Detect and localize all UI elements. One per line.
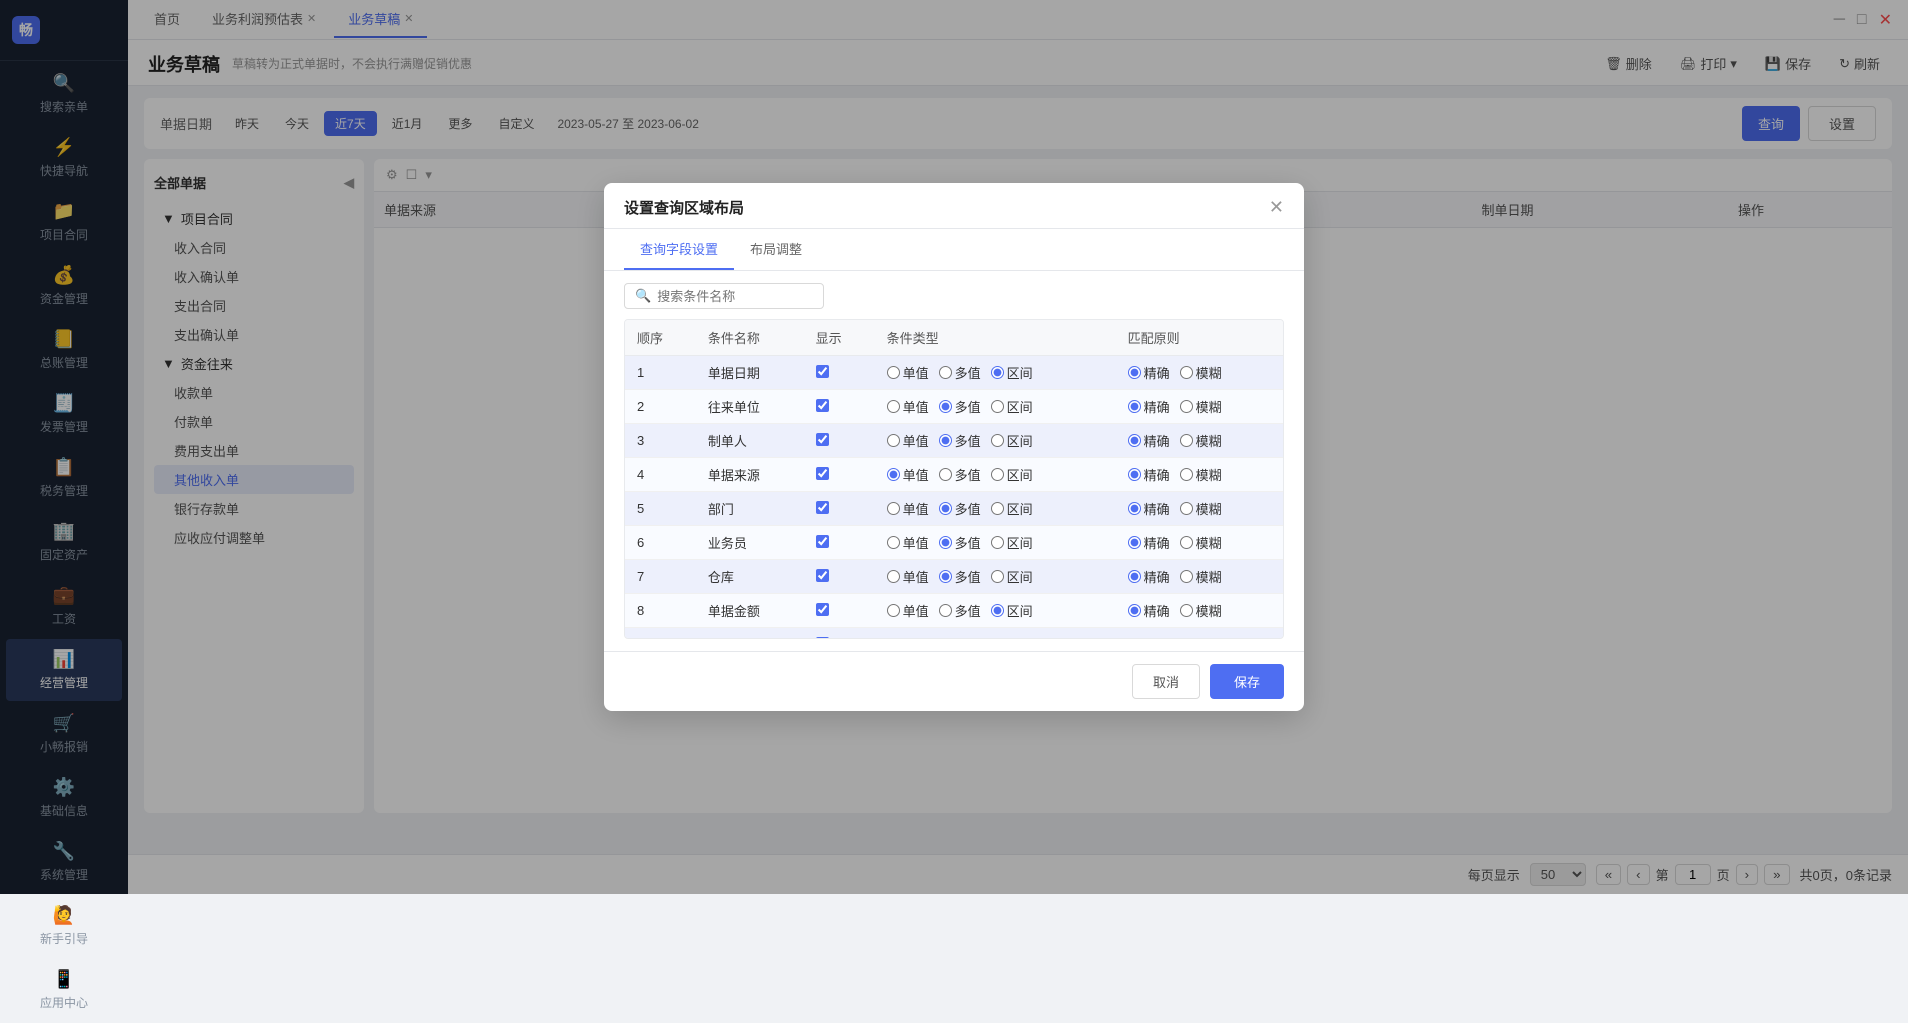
row-condtype-0[interactable]: 单值多值区间 bbox=[875, 356, 1116, 390]
newhand-icon: 🙋 bbox=[53, 905, 75, 926]
row-check-0[interactable] bbox=[804, 356, 875, 390]
row-check-3[interactable] bbox=[804, 458, 875, 492]
row-match-7[interactable]: 精确模糊 bbox=[1116, 594, 1283, 628]
row-order-2: 3 bbox=[625, 424, 696, 458]
row-check-2[interactable] bbox=[804, 424, 875, 458]
row-order-4: 5 bbox=[625, 492, 696, 526]
dialog-overlay: 设置查询区域布局 ✕ 查询字段设置布局调整 🔍 顺序条件名称显示条件类型匹配原则… bbox=[0, 0, 1908, 894]
dialog-body: 🔍 顺序条件名称显示条件类型匹配原则 1 单据日期 单值多值区间 精确模糊 bbox=[604, 271, 1304, 651]
row-condtype-3[interactable]: 单值多值区间 bbox=[875, 458, 1116, 492]
row-condtype-7[interactable]: 单值多值区间 bbox=[875, 594, 1116, 628]
row-order-6: 7 bbox=[625, 560, 696, 594]
row-match-1[interactable]: 精确模糊 bbox=[1116, 390, 1283, 424]
row-name-2: 制单人 bbox=[696, 424, 804, 458]
row-order-5: 6 bbox=[625, 526, 696, 560]
config-table-scroll: 顺序条件名称显示条件类型匹配原则 1 单据日期 单值多值区间 精确模糊 2 往来… bbox=[624, 319, 1284, 639]
dialog-title: 设置查询区域布局 bbox=[624, 197, 744, 218]
table-row: 5 部门 单值多值区间 精确模糊 bbox=[625, 492, 1283, 526]
table-row: 1 单据日期 单值多值区间 精确模糊 bbox=[625, 356, 1283, 390]
sidebar-item-label: 应用中心 bbox=[40, 994, 88, 1011]
search-icon: 🔍 bbox=[635, 288, 651, 304]
table-row: 3 制单人 单值多值区间 精确模糊 bbox=[625, 424, 1283, 458]
cancel-button[interactable]: 取消 bbox=[1132, 664, 1200, 699]
dialog-tab-fields[interactable]: 查询字段设置 bbox=[624, 229, 734, 270]
dialog-tabs: 查询字段设置布局调整 bbox=[604, 229, 1304, 271]
row-check-7[interactable] bbox=[804, 594, 875, 628]
table-row: 9 备注 单值多值区间 精确模糊 bbox=[625, 628, 1283, 640]
config-header-匹配原则: 匹配原则 bbox=[1116, 320, 1283, 356]
row-name-7: 单据金额 bbox=[696, 594, 804, 628]
row-match-0[interactable]: 精确模糊 bbox=[1116, 356, 1283, 390]
search-box: 🔍 bbox=[624, 283, 824, 309]
config-table: 顺序条件名称显示条件类型匹配原则 1 单据日期 单值多值区间 精确模糊 2 往来… bbox=[625, 320, 1283, 639]
row-condtype-8[interactable]: 单值多值区间 bbox=[875, 628, 1116, 640]
row-order-7: 8 bbox=[625, 594, 696, 628]
row-condtype-6[interactable]: 单值多值区间 bbox=[875, 560, 1116, 594]
row-order-1: 2 bbox=[625, 390, 696, 424]
row-name-5: 业务员 bbox=[696, 526, 804, 560]
row-name-3: 单据来源 bbox=[696, 458, 804, 492]
row-match-8[interactable]: 精确模糊 bbox=[1116, 628, 1283, 640]
search-input[interactable] bbox=[657, 289, 807, 304]
dialog-footer: 取消 保存 bbox=[604, 651, 1304, 711]
table-row: 4 单据来源 单值多值区间 精确模糊 bbox=[625, 458, 1283, 492]
row-match-6[interactable]: 精确模糊 bbox=[1116, 560, 1283, 594]
row-condtype-1[interactable]: 单值多值区间 bbox=[875, 390, 1116, 424]
table-row: 2 往来单位 单值多值区间 精确模糊 bbox=[625, 390, 1283, 424]
row-name-6: 仓库 bbox=[696, 560, 804, 594]
row-order-0: 1 bbox=[625, 356, 696, 390]
row-name-1: 往来单位 bbox=[696, 390, 804, 424]
dialog-close-button[interactable]: ✕ bbox=[1269, 197, 1284, 218]
table-row: 7 仓库 单值多值区间 精确模糊 bbox=[625, 560, 1283, 594]
row-condtype-4[interactable]: 单值多值区间 bbox=[875, 492, 1116, 526]
row-match-4[interactable]: 精确模糊 bbox=[1116, 492, 1283, 526]
table-row: 6 业务员 单值多值区间 精确模糊 bbox=[625, 526, 1283, 560]
config-header-条件名称: 条件名称 bbox=[696, 320, 804, 356]
row-match-2[interactable]: 精确模糊 bbox=[1116, 424, 1283, 458]
table-row: 8 单据金额 单值多值区间 精确模糊 bbox=[625, 594, 1283, 628]
row-condtype-2[interactable]: 单值多值区间 bbox=[875, 424, 1116, 458]
dialog-header: 设置查询区域布局 ✕ bbox=[604, 183, 1304, 229]
row-check-6[interactable] bbox=[804, 560, 875, 594]
row-check-1[interactable] bbox=[804, 390, 875, 424]
dialog: 设置查询区域布局 ✕ 查询字段设置布局调整 🔍 顺序条件名称显示条件类型匹配原则… bbox=[604, 183, 1304, 711]
sidebar-item-appstore[interactable]: 📱 应用中心 bbox=[6, 959, 122, 1021]
row-condtype-5[interactable]: 单值多值区间 bbox=[875, 526, 1116, 560]
sidebar-item-newhand[interactable]: 🙋 新手引导 bbox=[6, 895, 122, 957]
row-order-3: 4 bbox=[625, 458, 696, 492]
row-name-0: 单据日期 bbox=[696, 356, 804, 390]
row-name-4: 部门 bbox=[696, 492, 804, 526]
appstore-icon: 📱 bbox=[53, 969, 75, 990]
config-header-条件类型: 条件类型 bbox=[875, 320, 1116, 356]
row-check-5[interactable] bbox=[804, 526, 875, 560]
row-check-4[interactable] bbox=[804, 492, 875, 526]
row-name-8: 备注 bbox=[696, 628, 804, 640]
row-match-5[interactable]: 精确模糊 bbox=[1116, 526, 1283, 560]
row-match-3[interactable]: 精确模糊 bbox=[1116, 458, 1283, 492]
row-order-8: 9 bbox=[625, 628, 696, 640]
dialog-save-button[interactable]: 保存 bbox=[1210, 664, 1284, 699]
config-header-顺序: 顺序 bbox=[625, 320, 696, 356]
sidebar-item-label: 新手引导 bbox=[40, 930, 88, 947]
row-check-8[interactable] bbox=[804, 628, 875, 640]
dialog-tab-layout[interactable]: 布局调整 bbox=[734, 229, 818, 270]
config-header-显示: 显示 bbox=[804, 320, 875, 356]
